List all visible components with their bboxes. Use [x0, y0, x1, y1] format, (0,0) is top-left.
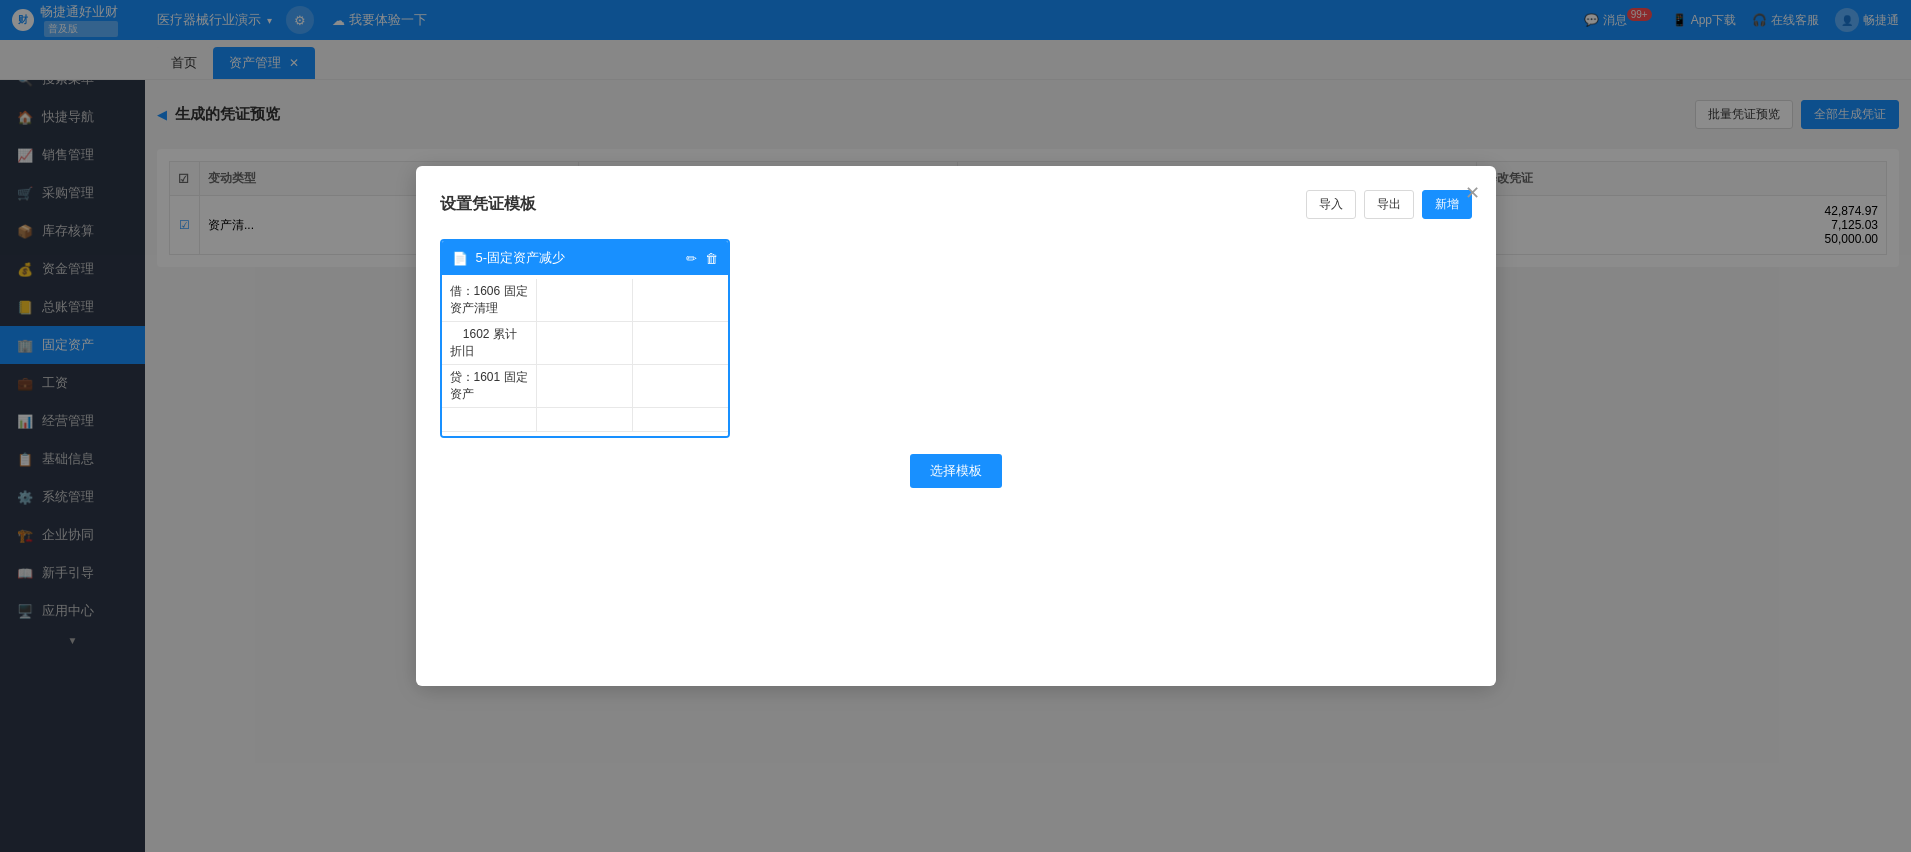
template-debit-1-col2: [537, 279, 633, 321]
template-debit-1-col3: [633, 279, 728, 321]
dialog-close-button[interactable]: ✕: [1465, 182, 1480, 204]
dialog-title: 设置凭证模板: [440, 194, 536, 215]
select-template-button[interactable]: 选择模板: [910, 454, 1002, 488]
dialog-overlay: ✕ 设置凭证模板 导入 导出 新增 📄 5-固定资产减少 ✏ 🗑: [0, 0, 1911, 852]
template-credit-1-col2: [537, 365, 633, 407]
template-debit-2-col2: [537, 322, 633, 364]
template-card-body: 借：1606 固定资产清理 1602 累计折旧 贷：1601 固定资产: [442, 275, 728, 436]
template-empty-col3: [633, 408, 728, 431]
template-card-header: 📄 5-固定资产减少 ✏ 🗑: [442, 241, 728, 275]
template-card-actions: ✏ 🗑: [686, 251, 718, 266]
template-debit-2-label: 1602 累计折旧: [442, 322, 538, 364]
template-delete-icon[interactable]: 🗑: [705, 251, 718, 266]
template-card: 📄 5-固定资产减少 ✏ 🗑 借：1606 固定资产清理 1602 累计折旧: [440, 239, 730, 438]
template-debit-2-col3: [633, 322, 728, 364]
set-template-dialog: ✕ 设置凭证模板 导入 导出 新增 📄 5-固定资产减少 ✏ 🗑: [416, 166, 1496, 686]
template-debit-1-label: 借：1606 固定资产清理: [442, 279, 538, 321]
template-empty-row: [442, 408, 728, 432]
dialog-actions: 导入 导出 新增: [1306, 190, 1472, 219]
template-debit-row-1: 借：1606 固定资产清理: [442, 279, 728, 322]
template-empty-col2: [537, 408, 633, 431]
template-credit-row-1: 贷：1601 固定资产: [442, 365, 728, 408]
template-credit-1-label: 贷：1601 固定资产: [442, 365, 538, 407]
template-credit-1-col3: [633, 365, 728, 407]
template-card-file-icon: 📄: [452, 251, 468, 266]
export-button[interactable]: 导出: [1364, 190, 1414, 219]
template-debit-row-2: 1602 累计折旧: [442, 322, 728, 365]
template-edit-icon[interactable]: ✏: [686, 251, 697, 266]
import-button[interactable]: 导入: [1306, 190, 1356, 219]
template-card-title: 5-固定资产减少: [476, 249, 678, 267]
template-empty-col1: [442, 408, 538, 431]
dialog-header: 设置凭证模板 导入 导出 新增: [440, 190, 1472, 219]
